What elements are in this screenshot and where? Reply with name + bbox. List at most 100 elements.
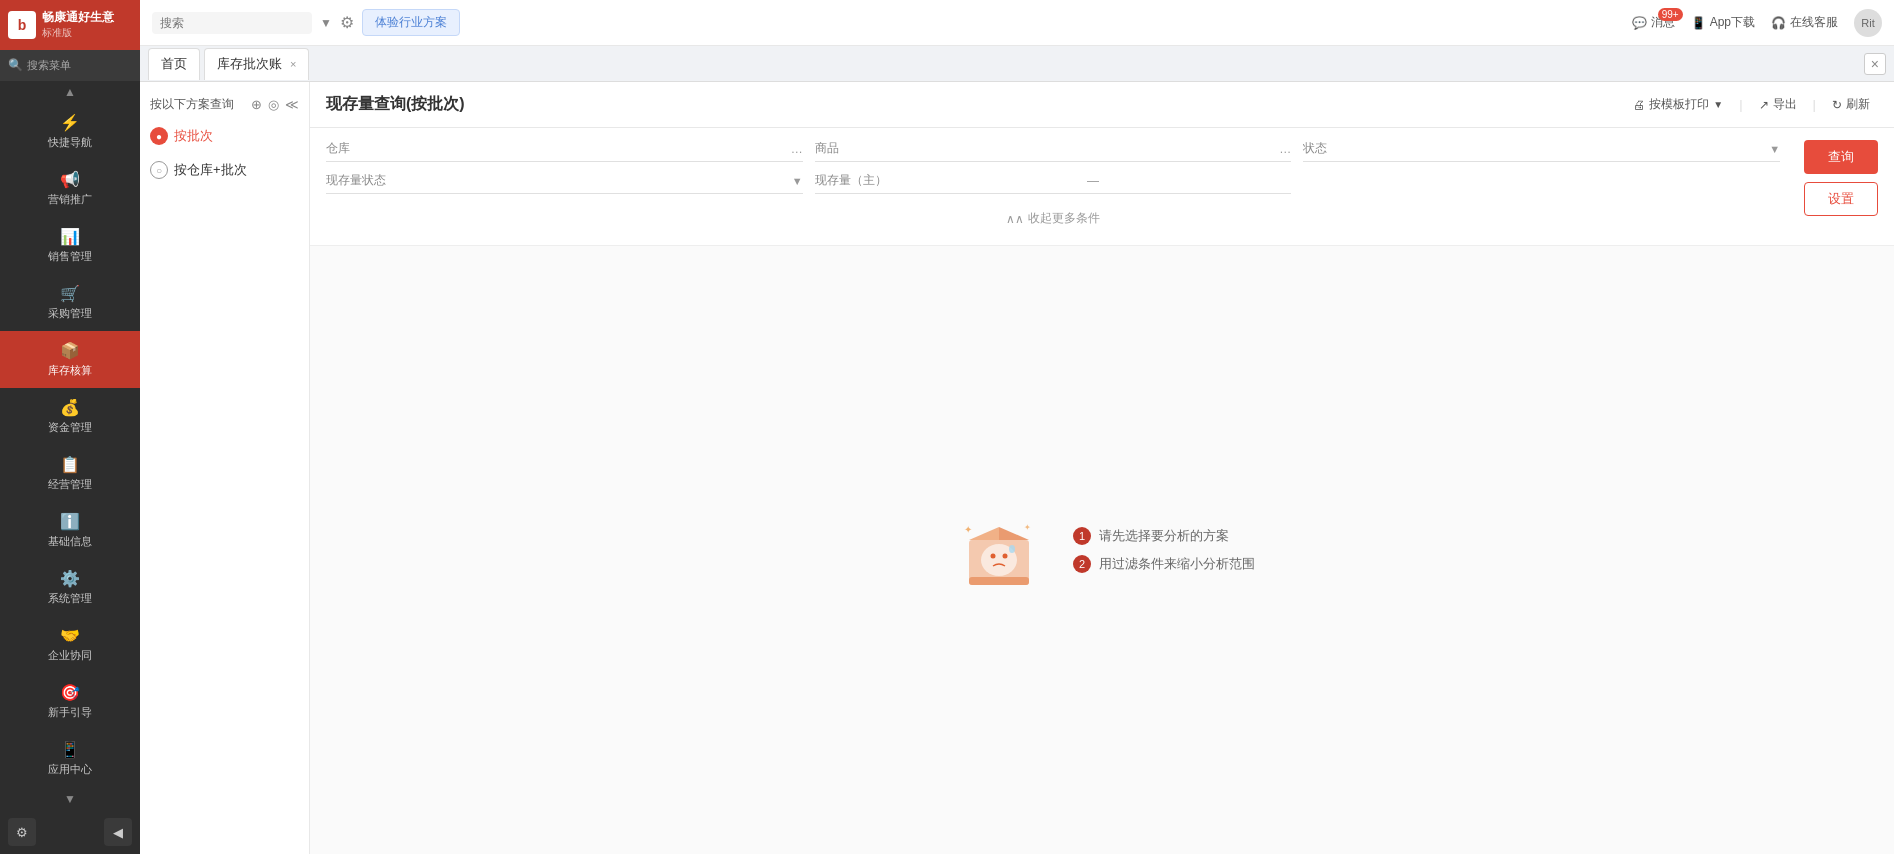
export-icon: ↗	[1759, 98, 1769, 112]
collapse-solution-icon[interactable]: ≪	[285, 97, 299, 112]
status-label: 状态	[1303, 140, 1327, 157]
marketing-icon: 📢	[60, 170, 80, 189]
refresh-label: 刷新	[1846, 96, 1870, 113]
add-solution-icon[interactable]: ⊕	[251, 97, 262, 112]
svg-rect-3	[969, 577, 1029, 585]
sidebar-item-marketing[interactable]: 📢 营销推广	[0, 160, 140, 217]
messages-item[interactable]: 💬 消息 99+	[1632, 14, 1675, 31]
tip-text-2: 用过滤条件来缩小分析范围	[1099, 555, 1255, 573]
sidebar-scroll-up[interactable]: ▲	[0, 81, 140, 103]
sidebar-item-quick-nav[interactable]: ⚡ 快捷导航	[0, 103, 140, 160]
sidebar-item-label: 新手引导	[48, 705, 92, 720]
sidebar-item-sales[interactable]: 📊 销售管理	[0, 217, 140, 274]
content-area: 按以下方案查询 ⊕ ◎ ≪ ● 按批次 ○ 按仓库+批次 现存量查询(按批次)	[140, 82, 1894, 854]
solution-by-batch-icon: ●	[150, 127, 168, 145]
svg-marker-1	[969, 527, 999, 540]
close-panel-button[interactable]: ×	[1864, 53, 1886, 75]
sidebar-item-enterprise[interactable]: 🤝 企业协同	[0, 616, 140, 673]
tab-close-icon[interactable]: ×	[290, 58, 296, 70]
operations-icon: 📋	[60, 455, 80, 474]
sidebar-item-label: 资金管理	[48, 420, 92, 435]
sidebar-search[interactable]: 🔍 搜索菜单	[0, 50, 140, 81]
sidebar-scroll-down[interactable]: ▼	[0, 788, 140, 810]
messages-badge: 99+	[1658, 8, 1683, 21]
sidebar-item-label: 采购管理	[48, 306, 92, 321]
right-panel: 现存量查询(按批次) 🖨 按模板打印 ▼ | ↗ 导出 | ↻	[310, 82, 1894, 854]
goods-filter: 商品 …	[815, 140, 1292, 162]
stock-amount-min[interactable]	[895, 174, 1081, 188]
sidebar-item-label: 库存核算	[48, 363, 92, 378]
empty-state: ✦ ✦ 1 请先选择要分析的方案 2 用过滤条件来缩小分析范围	[310, 246, 1894, 854]
settings-solution-icon[interactable]: ◎	[268, 97, 279, 112]
sidebar-item-label: 快捷导航	[48, 135, 92, 150]
tab-bar: 首页 库存批次账 × ×	[140, 46, 1894, 82]
page-header: 现存量查询(按批次) 🖨 按模板打印 ▼ | ↗ 导出 | ↻	[310, 82, 1894, 128]
sidebar-item-basic-info[interactable]: ℹ️ 基础信息	[0, 502, 140, 559]
topbar: ▼ ⚙ 体验行业方案 💬 消息 99+ 📱 App下载 🎧 在线客服 Rit	[140, 0, 1894, 46]
refresh-btn[interactable]: ↻ 刷新	[1824, 92, 1878, 117]
settings-footer-button[interactable]: ⚙	[8, 818, 36, 846]
stock-status-dropdown-icon: ▼	[792, 175, 803, 187]
collapse-sidebar-button[interactable]: ◀	[104, 818, 132, 846]
sidebar-item-new-user[interactable]: 🎯 新手引导	[0, 673, 140, 730]
main-area: ▼ ⚙ 体验行业方案 💬 消息 99+ 📱 App下载 🎧 在线客服 Rit	[140, 0, 1894, 854]
empty-tips: 1 请先选择要分析的方案 2 用过滤条件来缩小分析范围	[1073, 527, 1255, 573]
sidebar-item-purchase[interactable]: 🛒 采购管理	[0, 274, 140, 331]
sidebar-item-label: 基础信息	[48, 534, 92, 549]
sidebar-header: b 畅康通好生意 标准版	[0, 0, 140, 50]
basic-info-icon: ℹ️	[60, 512, 80, 531]
export-btn[interactable]: ↗ 导出	[1751, 92, 1805, 117]
topbar-settings-icon[interactable]: ⚙	[340, 13, 354, 32]
warehouse-more-icon[interactable]: …	[791, 142, 803, 156]
app-logo: b	[8, 11, 36, 39]
filter-row-2: 现存量状态 ▼ 现存量（主） —	[326, 172, 1780, 194]
goods-more-icon[interactable]: …	[1279, 142, 1291, 156]
tip-num-1: 1	[1073, 527, 1091, 545]
stock-status-filter[interactable]: 现存量状态 ▼	[326, 172, 803, 194]
app-download-icon: 📱	[1691, 16, 1706, 30]
empty-illustration: ✦ ✦	[949, 505, 1049, 595]
stock-amount-max[interactable]	[1105, 174, 1291, 188]
tip-num-2: 2	[1073, 555, 1091, 573]
empty-tip-1: 1 请先选择要分析的方案	[1073, 527, 1255, 545]
tab-home[interactable]: 首页	[148, 48, 200, 80]
tip-text-1: 请先选择要分析的方案	[1099, 527, 1229, 545]
status-dropdown-icon: ▼	[1769, 143, 1780, 155]
empty-tip-2: 2 用过滤条件来缩小分析范围	[1073, 555, 1255, 573]
topbar-search-area[interactable]	[152, 12, 312, 34]
left-panel-header: 按以下方案查询 ⊕ ◎ ≪	[140, 90, 309, 119]
collapse-filter-row[interactable]: ∧∧ 收起更多条件	[326, 204, 1780, 233]
active-tab-label: 库存批次账	[217, 55, 282, 73]
svg-text:✦: ✦	[1024, 523, 1031, 532]
online-service-item[interactable]: 🎧 在线客服	[1771, 14, 1838, 31]
print-dropdown-icon: ▼	[1713, 99, 1723, 110]
sidebar-item-app-center[interactable]: 📱 应用中心	[0, 730, 140, 787]
sidebar-item-operations[interactable]: 📋 经营管理	[0, 445, 140, 502]
settings-button[interactable]: 设置	[1804, 182, 1878, 216]
sidebar-item-finance[interactable]: 💰 资金管理	[0, 388, 140, 445]
sidebar-items: ⚡ 快捷导航 📢 营销推广 📊 销售管理 🛒 采购管理 📦 库存核算 💰 资金管…	[0, 103, 140, 788]
query-button[interactable]: 查询	[1804, 140, 1878, 174]
trial-btn[interactable]: 体验行业方案	[362, 9, 460, 36]
user-profile-item[interactable]: Rit	[1854, 9, 1882, 37]
warehouse-input[interactable]	[358, 142, 791, 156]
sidebar-item-wechat[interactable]: 💬 企业微信	[0, 787, 140, 788]
app-download-item[interactable]: 📱 App下载	[1691, 14, 1755, 31]
svg-text:✦: ✦	[964, 524, 972, 535]
topbar-search-input[interactable]	[160, 16, 304, 30]
topbar-dropdown-icon[interactable]: ▼	[320, 16, 332, 30]
empty-svg: ✦ ✦	[949, 505, 1049, 595]
print-template-btn[interactable]: 🖨 按模板打印 ▼	[1625, 92, 1731, 117]
status-filter[interactable]: 状态 ▼	[1303, 140, 1780, 162]
enterprise-icon: 🤝	[60, 626, 80, 645]
sidebar-item-system[interactable]: ⚙️ 系统管理	[0, 559, 140, 616]
goods-input[interactable]	[847, 142, 1280, 156]
user-name: Rit	[1861, 17, 1874, 29]
solution-item-by-warehouse-batch[interactable]: ○ 按仓库+批次	[140, 153, 309, 187]
sidebar-item-inventory[interactable]: 📦 库存核算	[0, 331, 140, 388]
chevron-up-icon: ∧∧	[1006, 212, 1024, 226]
solution-item-by-batch[interactable]: ● 按批次	[140, 119, 309, 153]
tab-inventory-batch[interactable]: 库存批次账 ×	[204, 48, 309, 80]
tab-close-panel: ×	[1864, 53, 1886, 75]
user-avatar: Rit	[1854, 9, 1882, 37]
